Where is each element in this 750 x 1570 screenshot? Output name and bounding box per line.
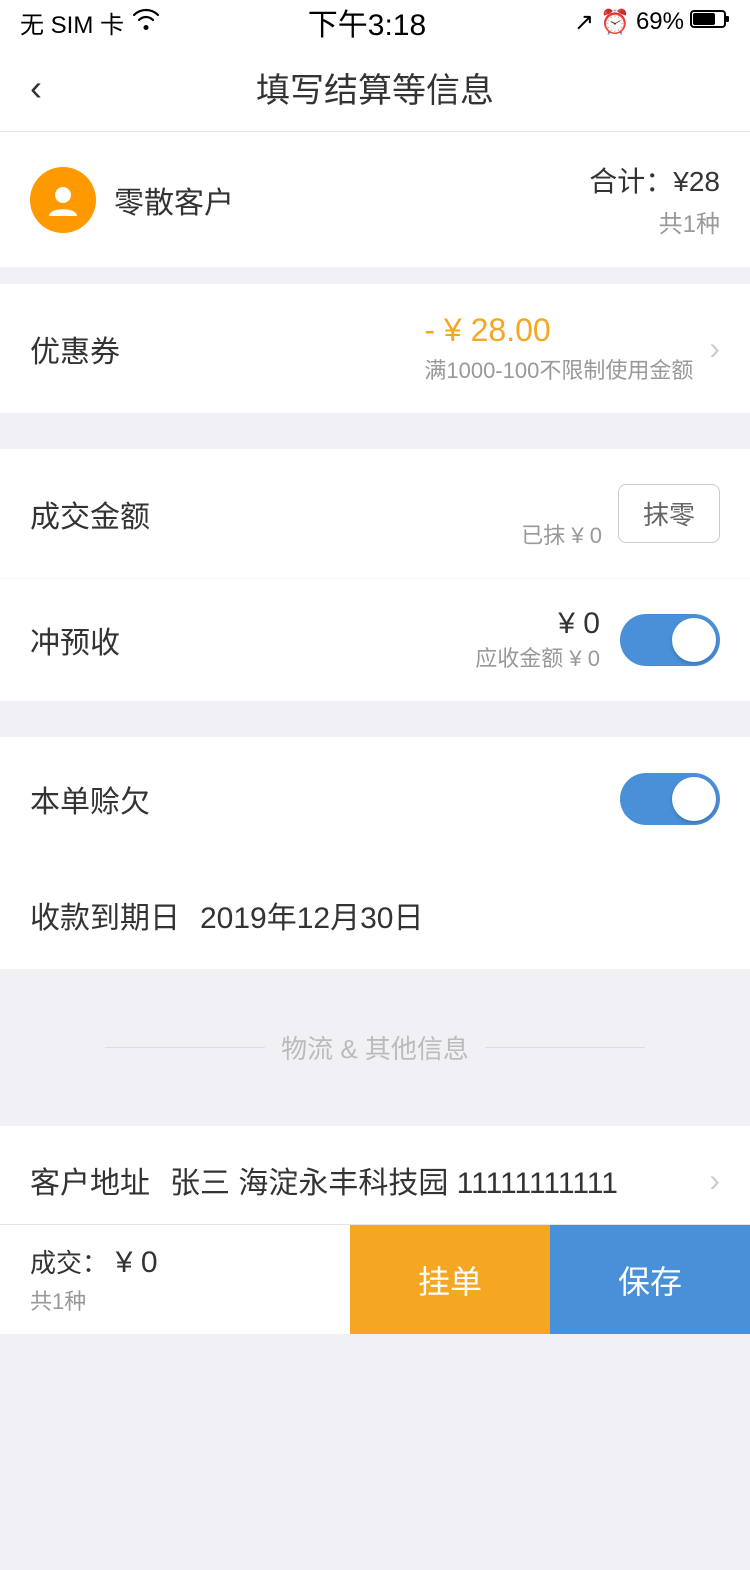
nav-bar: ‹ 填写结算等信息 (0, 44, 750, 132)
section-header-line: 物流 & 其他信息 (30, 1029, 720, 1066)
address-value: 张三 海淀永丰科技园 11111111111 (170, 1158, 618, 1202)
coupon-desc: 满1000-100不限制使用金额 (424, 353, 693, 385)
status-right: ↗ ⏰ 69% (574, 8, 730, 37)
alarm-icon: ⏰ (600, 8, 630, 37)
prepayment-toggle[interactable] (620, 614, 720, 666)
debt-row: 本单赊欠 (0, 737, 750, 861)
address-row[interactable]: 客户地址 张三 海淀永丰科技园 11111111111 › (0, 1126, 750, 1234)
hang-button[interactable]: 挂单 (350, 1225, 550, 1334)
address-section: 客户地址 张三 海淀永丰科技园 11111111111 › (0, 1126, 750, 1234)
coupon-label: 优惠券 (30, 327, 120, 371)
prepayment-row: 冲预收 ¥ 0 应收金额 ¥ 0 (0, 579, 750, 701)
divider-3 (0, 985, 750, 1005)
no-sim-text: 无 SIM 卡 (20, 5, 124, 40)
status-bar: 无 SIM 卡 下午3:18 ↗ ⏰ 69% (0, 0, 750, 44)
battery-text: 69% (636, 8, 684, 36)
logistics-label: 物流 & 其他信息 (281, 1029, 469, 1066)
divider-1 (0, 429, 750, 449)
prepayment-label: 冲预收 (30, 618, 120, 662)
deal-section: 成交金额 0 已抹 ¥ 0 抹零 冲预收 ¥ 0 应收金额 ¥ 0 (0, 449, 750, 701)
customer-name: 零散客户 (114, 178, 234, 222)
coupon-section: 优惠券 - ¥ 28.00 满1000-100不限制使用金额 › (0, 283, 750, 413)
deal-sub-text: 已抹 ¥ 0 (521, 518, 602, 550)
bottom-deal-amount: ¥ 0 (116, 1246, 158, 1279)
toggle-knob (672, 618, 716, 662)
deal-label: 成交金额 (30, 492, 150, 536)
total-count: 共1种 (589, 204, 720, 239)
duedate-value: 2019年12月30日 (200, 893, 423, 937)
location-icon: ↗ (574, 8, 594, 37)
deal-amount-input[interactable]: 0 (522, 477, 602, 514)
customer-left: 零散客户 (30, 167, 234, 233)
duedate-label: 收款到期日 (30, 893, 180, 937)
status-time: 下午3:18 (308, 0, 426, 44)
battery-icon (690, 8, 730, 36)
customer-total: 合计：¥28 共1种 (589, 160, 720, 239)
content: 零散客户 合计：¥28 共1种 优惠券 - ¥ 28.00 满1000-100不… (0, 132, 750, 1570)
bottom-info: 成交： ¥ 0 共1种 (0, 1225, 350, 1334)
back-button[interactable]: ‹ (30, 67, 42, 109)
prepayment-amount: ¥ 0 (475, 607, 600, 641)
header-line-left (105, 1047, 265, 1048)
address-label: 客户地址 (30, 1158, 150, 1202)
bottom-count: 共1种 (30, 1284, 350, 1316)
deal-value-wrap: 0 已抹 ¥ 0 (521, 477, 602, 550)
bottom-bar: 成交： ¥ 0 共1种 挂单 保存 (0, 1224, 750, 1334)
wifi-icon (132, 8, 160, 37)
chevron-right-icon: › (709, 330, 720, 367)
round-zero-button[interactable]: 抹零 (618, 484, 720, 543)
debt-toggle[interactable] (620, 773, 720, 825)
header-line-right (485, 1047, 645, 1048)
deal-row: 成交金额 0 已抹 ¥ 0 抹零 (0, 449, 750, 579)
logistics-header: 物流 & 其他信息 (0, 1005, 750, 1090)
coupon-info: - ¥ 28.00 满1000-100不限制使用金额 (424, 312, 693, 385)
debt-section: 本单赊欠 收款到期日 2019年12月30日 (0, 737, 750, 969)
debt-toggle-knob (672, 777, 716, 821)
duedate-row: 收款到期日 2019年12月30日 (0, 861, 750, 969)
bottom-deal-line: 成交： ¥ 0 (30, 1243, 350, 1280)
prepayment-right: ¥ 0 应收金额 ¥ 0 (475, 607, 720, 673)
coupon-amount: - ¥ 28.00 (424, 312, 693, 349)
debt-label: 本单赊欠 (30, 777, 150, 821)
coupon-right: - ¥ 28.00 满1000-100不限制使用金额 › (424, 312, 720, 385)
coupon-row[interactable]: 优惠券 - ¥ 28.00 满1000-100不限制使用金额 › (0, 283, 750, 413)
prepayment-sub-amount: 应收金额 ¥ 0 (475, 641, 600, 673)
bottom-deal-label: 成交： (30, 1248, 108, 1278)
customer-row: 零散客户 合计：¥28 共1种 (0, 132, 750, 267)
page-title: 填写结算等信息 (256, 63, 494, 112)
divider-2 (0, 717, 750, 737)
status-left: 无 SIM 卡 (20, 5, 160, 40)
save-button[interactable]: 保存 (550, 1225, 750, 1334)
divider-4 (0, 1106, 750, 1126)
avatar (30, 167, 96, 233)
deal-right: 0 已抹 ¥ 0 抹零 (521, 477, 720, 550)
prepayment-amounts: ¥ 0 应收金额 ¥ 0 (475, 607, 600, 673)
total-amount: 合计：¥28 (589, 160, 720, 200)
address-chevron-icon: › (709, 1162, 720, 1199)
address-left: 客户地址 张三 海淀永丰科技园 11111111111 (30, 1158, 618, 1202)
